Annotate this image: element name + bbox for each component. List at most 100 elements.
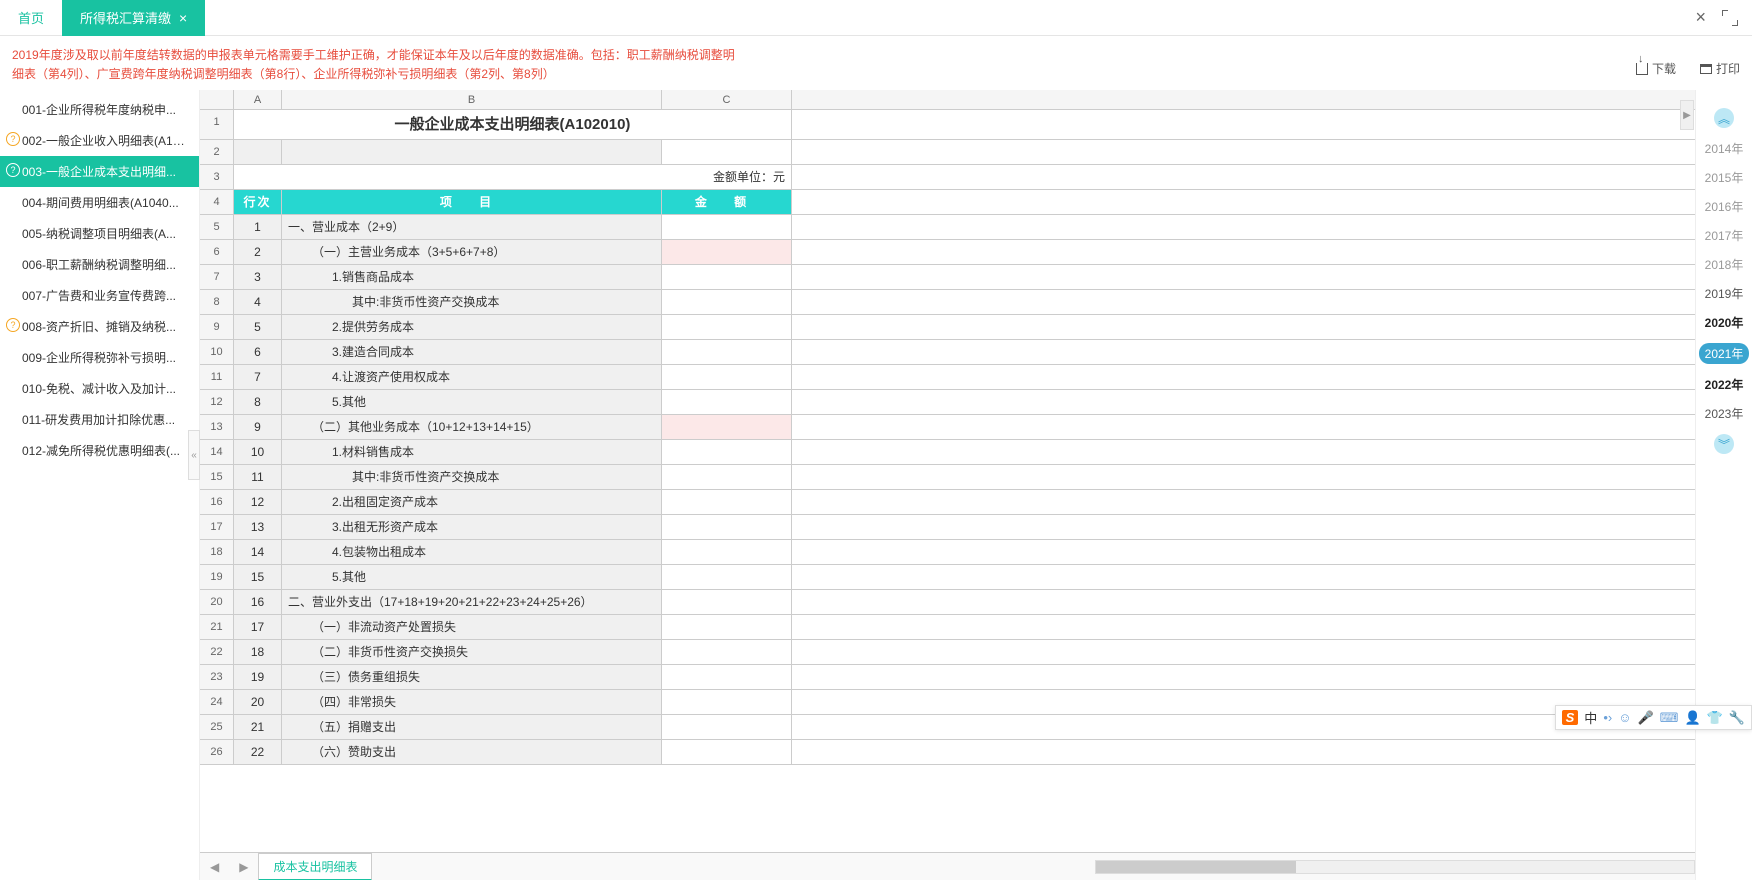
- sidebar-item[interactable]: 008-资产折旧、摊销及纳税...: [0, 311, 199, 342]
- sidebar-item[interactable]: 009-企业所得税弥补亏损明...: [0, 342, 199, 373]
- row-number[interactable]: 11: [200, 365, 234, 389]
- print-button[interactable]: 打印: [1700, 60, 1740, 77]
- year-option[interactable]: 2014年: [1705, 140, 1744, 157]
- amount-cell[interactable]: [662, 390, 792, 414]
- sidebar-item[interactable]: 001-企业所得税年度纳税申...: [0, 94, 199, 125]
- row-number[interactable]: 5: [200, 215, 234, 239]
- col-B[interactable]: B: [282, 90, 662, 109]
- amount-cell[interactable]: [662, 315, 792, 339]
- row-number[interactable]: 26: [200, 740, 234, 764]
- ime-skin-icon[interactable]: 👕: [1707, 710, 1723, 726]
- sheet-tab[interactable]: 成本支出明细表: [258, 853, 372, 881]
- col-A[interactable]: A: [234, 90, 282, 109]
- amount-cell[interactable]: [662, 615, 792, 639]
- sheet-nav-prev-icon[interactable]: ◀: [200, 860, 229, 874]
- row-number[interactable]: 13: [200, 415, 234, 439]
- row-number[interactable]: 2: [200, 140, 234, 164]
- sheet-nav-next-icon[interactable]: ▶: [229, 860, 258, 874]
- row-number[interactable]: 12: [200, 390, 234, 414]
- year-option[interactable]: 2020年: [1705, 314, 1744, 331]
- row-number[interactable]: 4: [200, 190, 234, 214]
- amount-cell[interactable]: [662, 215, 792, 239]
- ime-keyboard-icon[interactable]: ⌨: [1660, 710, 1679, 726]
- row-number[interactable]: 3: [200, 165, 234, 189]
- cell[interactable]: [234, 140, 282, 164]
- row-number[interactable]: 24: [200, 690, 234, 714]
- amount-cell[interactable]: [662, 715, 792, 739]
- sidebar-item[interactable]: 006-职工薪酬纳税调整明细...: [0, 249, 199, 280]
- amount-cell[interactable]: [662, 565, 792, 589]
- row-number[interactable]: 8: [200, 290, 234, 314]
- amount-cell[interactable]: [662, 290, 792, 314]
- year-down-icon[interactable]: ︾: [1714, 434, 1734, 454]
- sidebar-item[interactable]: 011-研发费用加计扣除优惠...: [0, 404, 199, 435]
- year-option[interactable]: 2018年: [1705, 256, 1744, 273]
- sidebar-item[interactable]: 003-一般企业成本支出明细...: [0, 156, 199, 187]
- row-number[interactable]: 17: [200, 515, 234, 539]
- fullscreen-icon[interactable]: [1722, 10, 1738, 26]
- grid-body[interactable]: 1一般企业成本支出明细表(A102010)23金额单位：元4行次项 目金 额51…: [200, 110, 1695, 852]
- sidebar-item[interactable]: 004-期间费用明细表(A1040...: [0, 187, 199, 218]
- cell[interactable]: [662, 140, 792, 164]
- amount-cell[interactable]: [662, 590, 792, 614]
- amount-cell[interactable]: [662, 740, 792, 764]
- ime-mic-icon[interactable]: 🎤: [1637, 710, 1653, 726]
- year-option[interactable]: 2016年: [1705, 198, 1744, 215]
- amount-cell[interactable]: [662, 665, 792, 689]
- year-option[interactable]: 2022年: [1705, 376, 1744, 393]
- close-panel-icon[interactable]: ×: [1695, 7, 1706, 28]
- row-number[interactable]: 22: [200, 640, 234, 664]
- row-number[interactable]: 23: [200, 665, 234, 689]
- amount-cell[interactable]: [662, 340, 792, 364]
- amount-cell[interactable]: [662, 440, 792, 464]
- ime-punct-icon[interactable]: •›: [1603, 710, 1612, 725]
- row-number[interactable]: 16: [200, 490, 234, 514]
- horiz-scrollbar[interactable]: [1095, 860, 1695, 874]
- cell[interactable]: [282, 140, 662, 164]
- expand-year-panel-icon[interactable]: ▶: [1680, 100, 1694, 130]
- amount-cell[interactable]: [662, 515, 792, 539]
- row-number[interactable]: 1: [200, 110, 234, 139]
- sidebar-item[interactable]: 002-一般企业收入明细表(A10...: [0, 125, 199, 156]
- row-number[interactable]: 9: [200, 315, 234, 339]
- row-number[interactable]: 14: [200, 440, 234, 464]
- year-option[interactable]: 2019年: [1705, 285, 1744, 302]
- row-number[interactable]: 18: [200, 540, 234, 564]
- amount-cell[interactable]: [662, 690, 792, 714]
- row-number[interactable]: 21: [200, 615, 234, 639]
- year-option[interactable]: 2015年: [1705, 169, 1744, 186]
- row-number[interactable]: 25: [200, 715, 234, 739]
- close-icon[interactable]: ×: [179, 10, 187, 26]
- amount-cell[interactable]: [662, 540, 792, 564]
- download-button[interactable]: 下载: [1636, 60, 1676, 77]
- collapse-sidebar-icon[interactable]: «: [188, 430, 200, 480]
- year-option[interactable]: 2021年: [1699, 343, 1750, 364]
- sidebar-item[interactable]: 010-免税、减计收入及加计...: [0, 373, 199, 404]
- year-up-icon[interactable]: ︽: [1714, 108, 1734, 128]
- ime-user-icon[interactable]: 👤: [1684, 710, 1700, 726]
- amount-cell[interactable]: [662, 365, 792, 389]
- tab-active[interactable]: 所得税汇算清缴 ×: [62, 0, 205, 36]
- row-number[interactable]: 10: [200, 340, 234, 364]
- ime-toolbar[interactable]: S 中 •› ☺ 🎤 ⌨ 👤 👕 🔧: [1555, 705, 1752, 730]
- row-number[interactable]: 6: [200, 240, 234, 264]
- ime-emoji-icon[interactable]: ☺: [1618, 710, 1631, 725]
- tab-home[interactable]: 首页: [0, 0, 62, 36]
- row-number[interactable]: 7: [200, 265, 234, 289]
- amount-cell[interactable]: [662, 490, 792, 514]
- amount-cell[interactable]: [662, 240, 792, 264]
- sidebar-item[interactable]: 005-纳税调整项目明细表(A...: [0, 218, 199, 249]
- row-number[interactable]: 19: [200, 565, 234, 589]
- row-number[interactable]: 15: [200, 465, 234, 489]
- amount-cell[interactable]: [662, 415, 792, 439]
- sidebar-item[interactable]: 007-广告费和业务宣传费跨...: [0, 280, 199, 311]
- ime-lang[interactable]: 中: [1584, 708, 1597, 727]
- year-option[interactable]: 2017年: [1705, 227, 1744, 244]
- sidebar-item[interactable]: 012-减免所得税优惠明细表(...: [0, 435, 199, 466]
- amount-cell[interactable]: [662, 640, 792, 664]
- amount-cell[interactable]: [662, 265, 792, 289]
- ime-tool-icon[interactable]: 🔧: [1729, 710, 1745, 726]
- amount-cell[interactable]: [662, 465, 792, 489]
- year-option[interactable]: 2023年: [1705, 405, 1744, 422]
- col-C[interactable]: C: [662, 90, 792, 109]
